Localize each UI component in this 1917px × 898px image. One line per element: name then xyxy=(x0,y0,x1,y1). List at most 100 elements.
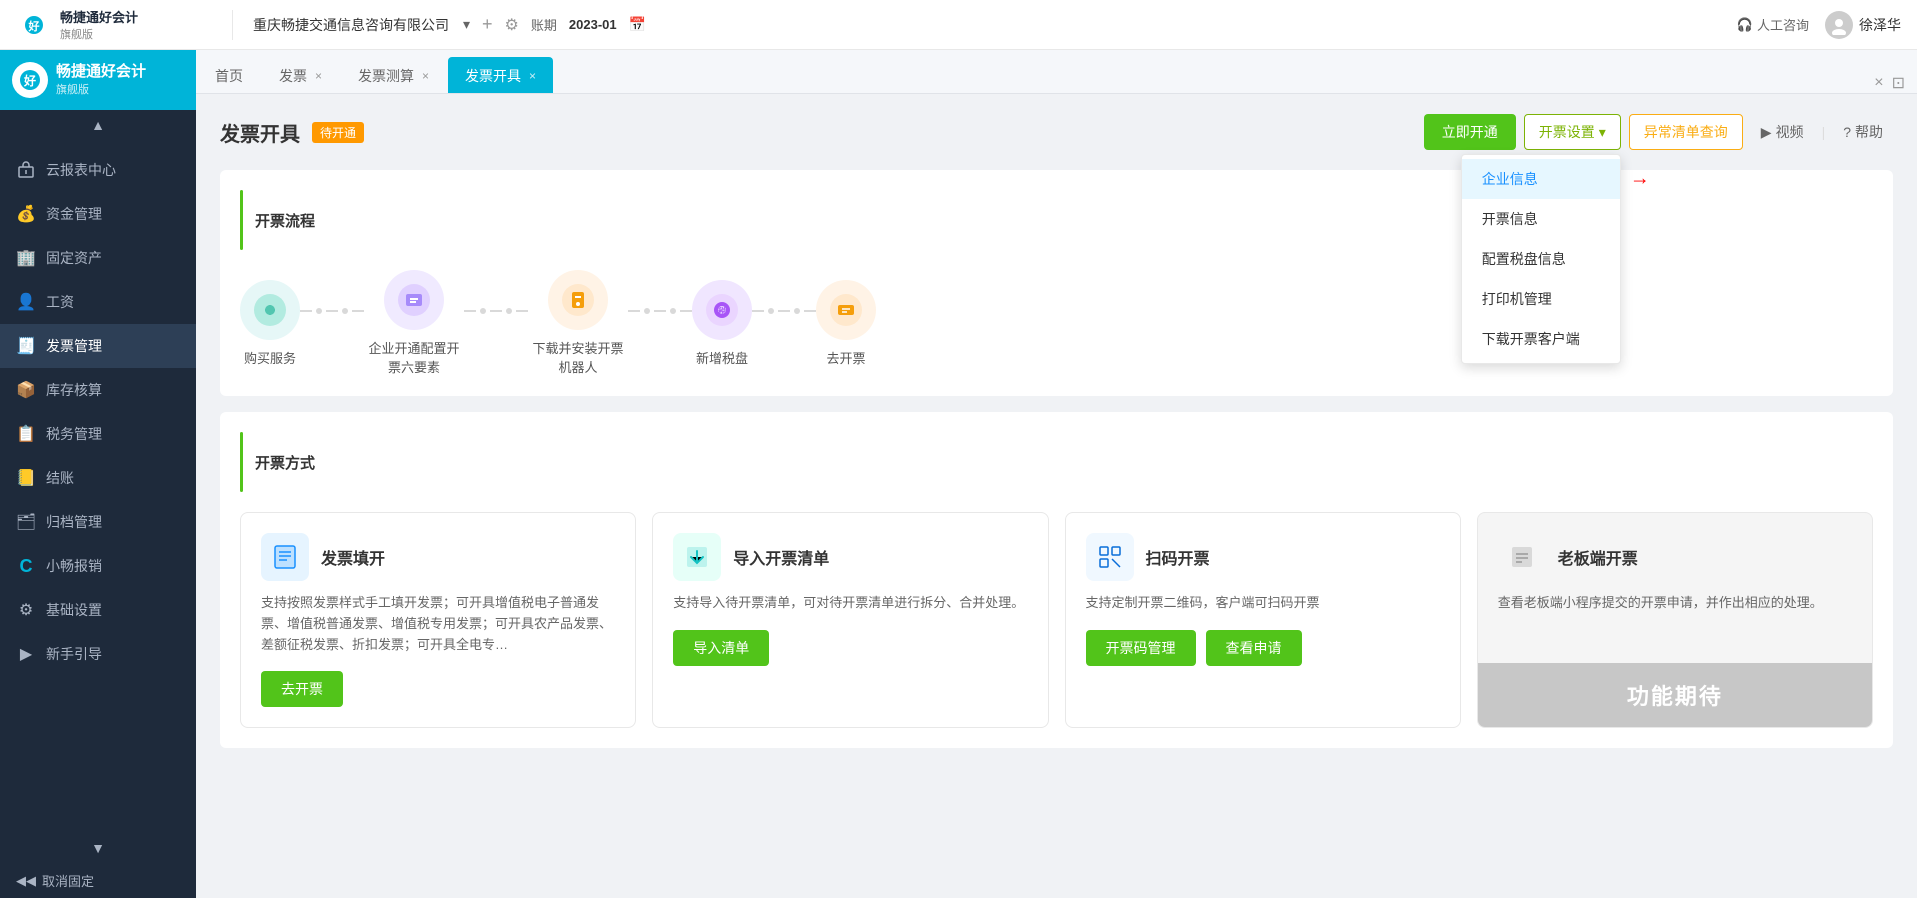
scan-code-manage-button[interactable]: 开票码管理 xyxy=(1086,630,1196,666)
consulting-button[interactable]: 🎧 人工咨询 xyxy=(1737,15,1809,34)
fill-invoice-desc: 支持按照发票样式手工填开发票；可开具增值税电子普通发票、增值税普通发票、增值税专… xyxy=(261,593,615,655)
tax-icon: 📋 xyxy=(16,424,36,444)
dropdown-item-invoice-info[interactable]: 开票信息 xyxy=(1462,199,1620,239)
boss-invoice-desc: 查看老板端小程序提交的开票申请，并作出相应的处理。 xyxy=(1498,593,1852,614)
settings-dropdown-menu: 企业信息 → 开票信息 配置税盘信息 打印机管理 xyxy=(1461,154,1621,364)
avatar xyxy=(1825,11,1853,39)
sidebar-item-guide[interactable]: ▶ 新手引导 xyxy=(0,632,196,676)
report-icon: C xyxy=(16,556,36,576)
question-icon: ? xyxy=(1843,124,1851,140)
flow-title: 开票流程 xyxy=(255,210,315,231)
sidebar-item-tax[interactable]: 📋 税务管理 xyxy=(0,412,196,456)
cancel-fixed-label: 取消固定 xyxy=(42,871,94,890)
flow-step-2: 企业开通配置开票六要素 xyxy=(364,270,464,376)
app-title: 畅捷通好会计 xyxy=(60,7,138,26)
cancel-fixed-button[interactable]: ◀◀ 取消固定 xyxy=(0,863,196,898)
sidebar-item-salary[interactable]: 👤 工资 xyxy=(0,280,196,324)
tab-invoice-issue-close[interactable]: × xyxy=(529,69,536,83)
page-header: 发票开具 待开通 立即开通 开票设置 ▾ 企业信息 → xyxy=(220,114,1893,150)
sidebar-item-accounting[interactable]: 📒 结账 xyxy=(0,456,196,500)
play-icon: ▶ xyxy=(1761,124,1772,141)
tab-invoice-issue[interactable]: 发票开具 × xyxy=(448,57,553,93)
fill-invoice-title: 发票填开 xyxy=(321,545,385,569)
scan-invoice-title: 扫码开票 xyxy=(1146,545,1210,569)
sidebar-app-subtitle: 旗舰版 xyxy=(56,81,146,97)
tab-invoice-issue-label: 发票开具 xyxy=(465,66,521,86)
tab-maximize-icon[interactable]: ⊡ xyxy=(1892,73,1905,93)
settings-dropdown-container: 开票设置 ▾ 企业信息 → 开票信息 xyxy=(1524,114,1621,150)
sidebar-scroll-up[interactable]: ▲ xyxy=(0,110,196,140)
company-name: 重庆畅捷交通信息咨询有限公司 xyxy=(253,15,449,35)
sidebar-nav: 云报表中心 💰 资金管理 🏢 固定资产 👤 工资 🧾 发票管理 📦 库存核算 xyxy=(0,140,196,833)
scan-invoice-desc: 支持定制开票二维码，客户端可扫码开票 xyxy=(1086,593,1440,614)
sidebar-item-report[interactable]: C 小畅报销 xyxy=(0,544,196,588)
top-bar: 好 畅捷通好会计 旗舰版 重庆畅捷交通信息咨询有限公司 ▾ + ⚙ 账期 202… xyxy=(0,0,1917,50)
sidebar-item-invoice[interactable]: 🧾 发票管理 xyxy=(0,324,196,368)
company-dropdown-icon[interactable]: ▾ xyxy=(463,16,470,33)
sidebar-label-archive: 归档管理 xyxy=(46,512,102,532)
chevron-down-icon: ▾ xyxy=(1599,124,1606,141)
sidebar-item-archive[interactable]: 🗂 归档管理 xyxy=(0,500,196,544)
payment-card-import: 导入开票清单 支持导入待开票清单，可对待开票清单进行拆分、合并处理。 导入清单 xyxy=(652,512,1048,728)
settings-button[interactable]: 开票设置 ▾ xyxy=(1524,114,1621,150)
sidebar-label-inventory: 库存核算 xyxy=(46,380,102,400)
cloud-report-icon xyxy=(16,160,36,180)
help-button[interactable]: ? 帮助 xyxy=(1833,115,1893,149)
user-name: 徐泽华 xyxy=(1859,15,1901,35)
sidebar-item-cloud-report[interactable]: 云报表中心 xyxy=(0,148,196,192)
dropdown-item-printer[interactable]: 打印机管理 xyxy=(1462,279,1620,319)
period-label: 账期 xyxy=(531,15,557,34)
fill-invoice-icon xyxy=(261,533,309,581)
dropdown-item-download-client[interactable]: 下载开票客户端 xyxy=(1462,319,1620,359)
sidebar-logo: 好 畅捷通好会计 旗舰版 xyxy=(0,50,196,110)
tab-invoice-calc[interactable]: 发票测算 × xyxy=(341,57,446,93)
salary-icon: 👤 xyxy=(16,292,36,312)
sidebar-item-fixed-assets[interactable]: 🏢 固定资产 xyxy=(0,236,196,280)
pin-icon: ◀◀ xyxy=(16,873,36,889)
sidebar-scroll-down[interactable]: ▼ xyxy=(0,833,196,863)
page-title: 发票开具 xyxy=(220,118,300,147)
user-info[interactable]: 徐泽华 xyxy=(1825,11,1901,39)
flow-step-5-label: 去开票 xyxy=(826,348,865,367)
sidebar-label-salary: 工资 xyxy=(46,292,74,312)
dropdown-item-tax-config[interactable]: 配置税盘信息 xyxy=(1462,239,1620,279)
sidebar-item-settings[interactable]: ⚙ 基础设置 xyxy=(0,588,196,632)
activate-button[interactable]: 立即开通 xyxy=(1424,114,1516,150)
scan-view-apply-button[interactable]: 查看申请 xyxy=(1206,630,1302,666)
app-subtitle: 旗舰版 xyxy=(60,26,138,42)
tab-invoice-calc-close[interactable]: × xyxy=(422,69,429,83)
flow-step-4-icon: 税 xyxy=(692,280,752,340)
settings-icon[interactable]: ⚙ xyxy=(505,15,519,35)
methods-title: 开票方式 xyxy=(255,452,315,473)
fill-invoice-button[interactable]: 去开票 xyxy=(261,671,343,707)
video-button[interactable]: ▶ 视频 xyxy=(1751,115,1814,149)
flow-section: 开票流程 购买服务 xyxy=(220,170,1893,396)
methods-section: 开票方式 发票填开 支持按照发票样式手工填开发票；可开具增值税电子普通发票、增值… xyxy=(220,412,1893,748)
dropdown-item-company-info[interactable]: 企业信息 → xyxy=(1462,159,1620,199)
import-invoice-button[interactable]: 导入清单 xyxy=(673,630,769,666)
flow-step-2-label: 企业开通配置开票六要素 xyxy=(364,338,464,376)
inventory-icon: 📦 xyxy=(16,380,36,400)
tab-close-all-icon[interactable]: × xyxy=(1874,74,1883,92)
tab-invoice-calc-label: 发票测算 xyxy=(358,66,414,86)
svg-text:好: 好 xyxy=(23,73,36,88)
sidebar-item-inventory[interactable]: 📦 库存核算 xyxy=(0,368,196,412)
add-icon[interactable]: + xyxy=(482,14,493,35)
flow-step-4-label: 新增税盘 xyxy=(696,348,748,367)
payment-card-fill: 发票填开 支持按照发票样式手工填开发票；可开具增值税电子普通发票、增值税普通发票… xyxy=(240,512,636,728)
import-invoice-icon xyxy=(673,533,721,581)
flow-step-4: 税 新增税盘 xyxy=(692,280,752,367)
red-arrow-icon: → xyxy=(1630,168,1650,191)
fixed-assets-icon: 🏢 xyxy=(16,248,36,268)
sidebar-label-accounting: 结账 xyxy=(46,468,74,488)
sidebar-label-report: 小畅报销 xyxy=(46,556,102,576)
sidebar-item-fund[interactable]: 💰 资金管理 xyxy=(0,192,196,236)
tab-home[interactable]: 首页 xyxy=(198,57,260,93)
calendar-icon[interactable]: 📅 xyxy=(629,16,646,33)
tab-invoice-close[interactable]: × xyxy=(315,69,322,83)
tab-invoice[interactable]: 发票 × xyxy=(262,57,339,93)
fund-icon: 💰 xyxy=(16,204,36,224)
boss-invoice-icon xyxy=(1498,533,1546,581)
status-badge: 待开通 xyxy=(312,122,364,143)
exception-button[interactable]: 异常清单查询 xyxy=(1629,114,1743,150)
